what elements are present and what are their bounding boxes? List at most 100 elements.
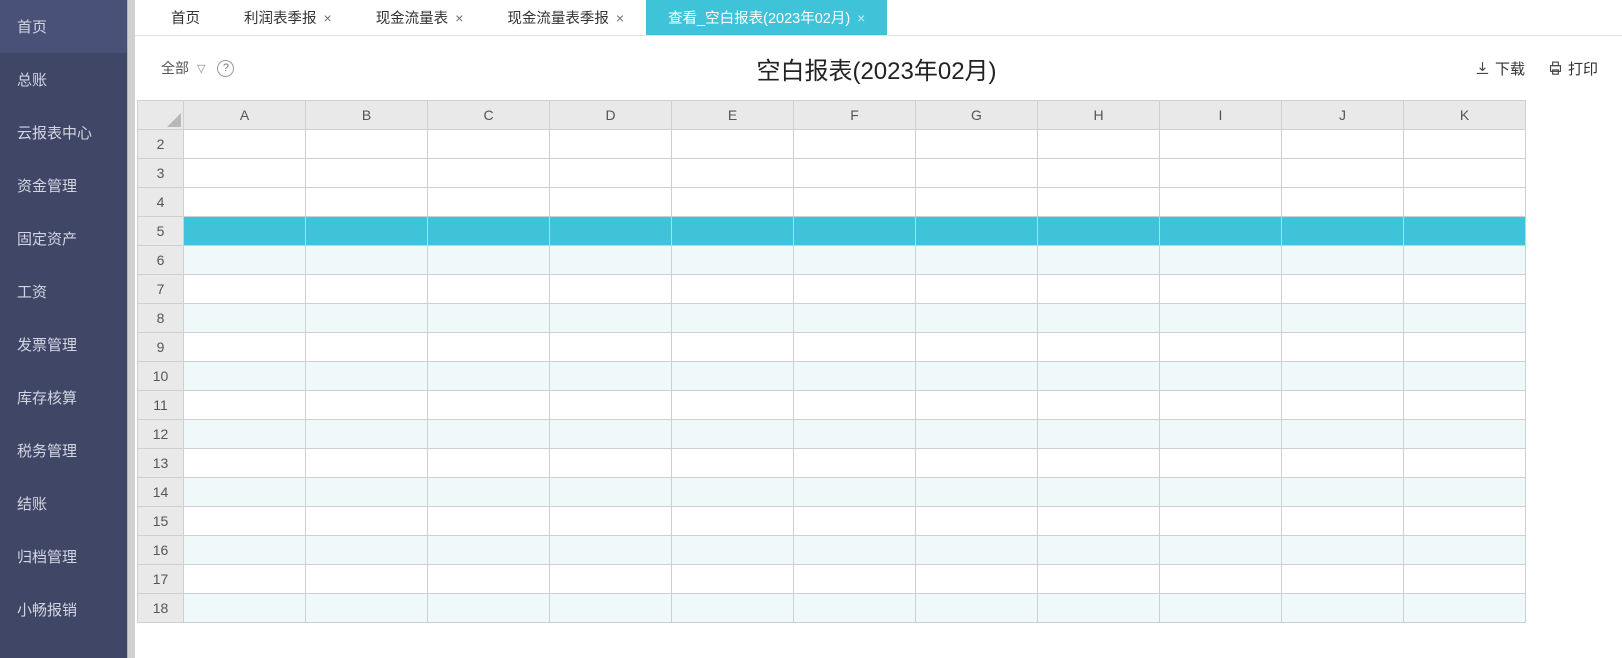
cell-C9[interactable] bbox=[428, 333, 550, 362]
cell-F2[interactable] bbox=[794, 130, 916, 159]
cell-I3[interactable] bbox=[1160, 159, 1282, 188]
cell-F3[interactable] bbox=[794, 159, 916, 188]
cell-I18[interactable] bbox=[1160, 594, 1282, 623]
cell-E16[interactable] bbox=[672, 536, 794, 565]
cell-E4[interactable] bbox=[672, 188, 794, 217]
cell-D9[interactable] bbox=[550, 333, 672, 362]
cell-K12[interactable] bbox=[1404, 420, 1526, 449]
cell-J4[interactable] bbox=[1282, 188, 1404, 217]
cell-F11[interactable] bbox=[794, 391, 916, 420]
cell-F18[interactable] bbox=[794, 594, 916, 623]
cell-G6[interactable] bbox=[916, 246, 1038, 275]
cell-G13[interactable] bbox=[916, 449, 1038, 478]
help-icon[interactable]: ? bbox=[217, 60, 234, 77]
cell-C12[interactable] bbox=[428, 420, 550, 449]
cell-E15[interactable] bbox=[672, 507, 794, 536]
cell-E11[interactable] bbox=[672, 391, 794, 420]
cell-A5[interactable] bbox=[184, 217, 306, 246]
row-header-13[interactable]: 13 bbox=[138, 449, 184, 478]
cell-D16[interactable] bbox=[550, 536, 672, 565]
cell-D17[interactable] bbox=[550, 565, 672, 594]
cell-B14[interactable] bbox=[306, 478, 428, 507]
cell-B2[interactable] bbox=[306, 130, 428, 159]
cell-J9[interactable] bbox=[1282, 333, 1404, 362]
column-header-E[interactable]: E bbox=[672, 101, 794, 130]
cell-F13[interactable] bbox=[794, 449, 916, 478]
cell-A15[interactable] bbox=[184, 507, 306, 536]
cell-C8[interactable] bbox=[428, 304, 550, 333]
cell-G12[interactable] bbox=[916, 420, 1038, 449]
cell-I4[interactable] bbox=[1160, 188, 1282, 217]
cell-F14[interactable] bbox=[794, 478, 916, 507]
cell-J12[interactable] bbox=[1282, 420, 1404, 449]
cell-A2[interactable] bbox=[184, 130, 306, 159]
cell-H14[interactable] bbox=[1038, 478, 1160, 507]
cell-E8[interactable] bbox=[672, 304, 794, 333]
cell-B4[interactable] bbox=[306, 188, 428, 217]
column-header-D[interactable]: D bbox=[550, 101, 672, 130]
tab-1[interactable]: 利润表季报× bbox=[222, 0, 354, 35]
cell-D12[interactable] bbox=[550, 420, 672, 449]
cell-H13[interactable] bbox=[1038, 449, 1160, 478]
cell-E17[interactable] bbox=[672, 565, 794, 594]
row-header-18[interactable]: 18 bbox=[138, 594, 184, 623]
cell-A13[interactable] bbox=[184, 449, 306, 478]
cell-F10[interactable] bbox=[794, 362, 916, 391]
cell-F15[interactable] bbox=[794, 507, 916, 536]
cell-I10[interactable] bbox=[1160, 362, 1282, 391]
sidebar-item-4[interactable]: 固定资产 bbox=[0, 212, 131, 265]
cell-C5[interactable] bbox=[428, 217, 550, 246]
cell-J11[interactable] bbox=[1282, 391, 1404, 420]
select-all-corner[interactable] bbox=[138, 101, 184, 130]
cell-F7[interactable] bbox=[794, 275, 916, 304]
cell-F12[interactable] bbox=[794, 420, 916, 449]
cell-B15[interactable] bbox=[306, 507, 428, 536]
cell-B9[interactable] bbox=[306, 333, 428, 362]
cell-G11[interactable] bbox=[916, 391, 1038, 420]
cell-D14[interactable] bbox=[550, 478, 672, 507]
cell-A7[interactable] bbox=[184, 275, 306, 304]
sidebar-item-1[interactable]: 总账 bbox=[0, 53, 131, 106]
column-header-I[interactable]: I bbox=[1160, 101, 1282, 130]
cell-G16[interactable] bbox=[916, 536, 1038, 565]
cell-D13[interactable] bbox=[550, 449, 672, 478]
sidebar-item-3[interactable]: 资金管理 bbox=[0, 159, 131, 212]
cell-D15[interactable] bbox=[550, 507, 672, 536]
cell-A9[interactable] bbox=[184, 333, 306, 362]
column-header-F[interactable]: F bbox=[794, 101, 916, 130]
tab-4[interactable]: 查看_空白报表(2023年02月)× bbox=[646, 0, 887, 35]
cell-H12[interactable] bbox=[1038, 420, 1160, 449]
cell-C4[interactable] bbox=[428, 188, 550, 217]
cell-I6[interactable] bbox=[1160, 246, 1282, 275]
row-header-7[interactable]: 7 bbox=[138, 275, 184, 304]
tab-3[interactable]: 现金流量表季报× bbox=[485, 0, 646, 35]
cell-C7[interactable] bbox=[428, 275, 550, 304]
cell-C17[interactable] bbox=[428, 565, 550, 594]
cell-J15[interactable] bbox=[1282, 507, 1404, 536]
cell-A17[interactable] bbox=[184, 565, 306, 594]
cell-K13[interactable] bbox=[1404, 449, 1526, 478]
cell-E9[interactable] bbox=[672, 333, 794, 362]
cell-J7[interactable] bbox=[1282, 275, 1404, 304]
cell-A6[interactable] bbox=[184, 246, 306, 275]
cell-F8[interactable] bbox=[794, 304, 916, 333]
cell-I17[interactable] bbox=[1160, 565, 1282, 594]
cell-G4[interactable] bbox=[916, 188, 1038, 217]
cell-B10[interactable] bbox=[306, 362, 428, 391]
column-header-H[interactable]: H bbox=[1038, 101, 1160, 130]
tab-2[interactable]: 现金流量表× bbox=[354, 0, 486, 35]
sidebar-item-5[interactable]: 工资 bbox=[0, 265, 131, 318]
cell-I11[interactable] bbox=[1160, 391, 1282, 420]
cell-J3[interactable] bbox=[1282, 159, 1404, 188]
row-header-10[interactable]: 10 bbox=[138, 362, 184, 391]
cell-E13[interactable] bbox=[672, 449, 794, 478]
sidebar-item-11[interactable]: 小畅报销 bbox=[0, 583, 131, 636]
cell-A3[interactable] bbox=[184, 159, 306, 188]
cell-H2[interactable] bbox=[1038, 130, 1160, 159]
cell-H6[interactable] bbox=[1038, 246, 1160, 275]
cell-K7[interactable] bbox=[1404, 275, 1526, 304]
row-header-12[interactable]: 12 bbox=[138, 420, 184, 449]
cell-C16[interactable] bbox=[428, 536, 550, 565]
cell-D10[interactable] bbox=[550, 362, 672, 391]
cell-J18[interactable] bbox=[1282, 594, 1404, 623]
